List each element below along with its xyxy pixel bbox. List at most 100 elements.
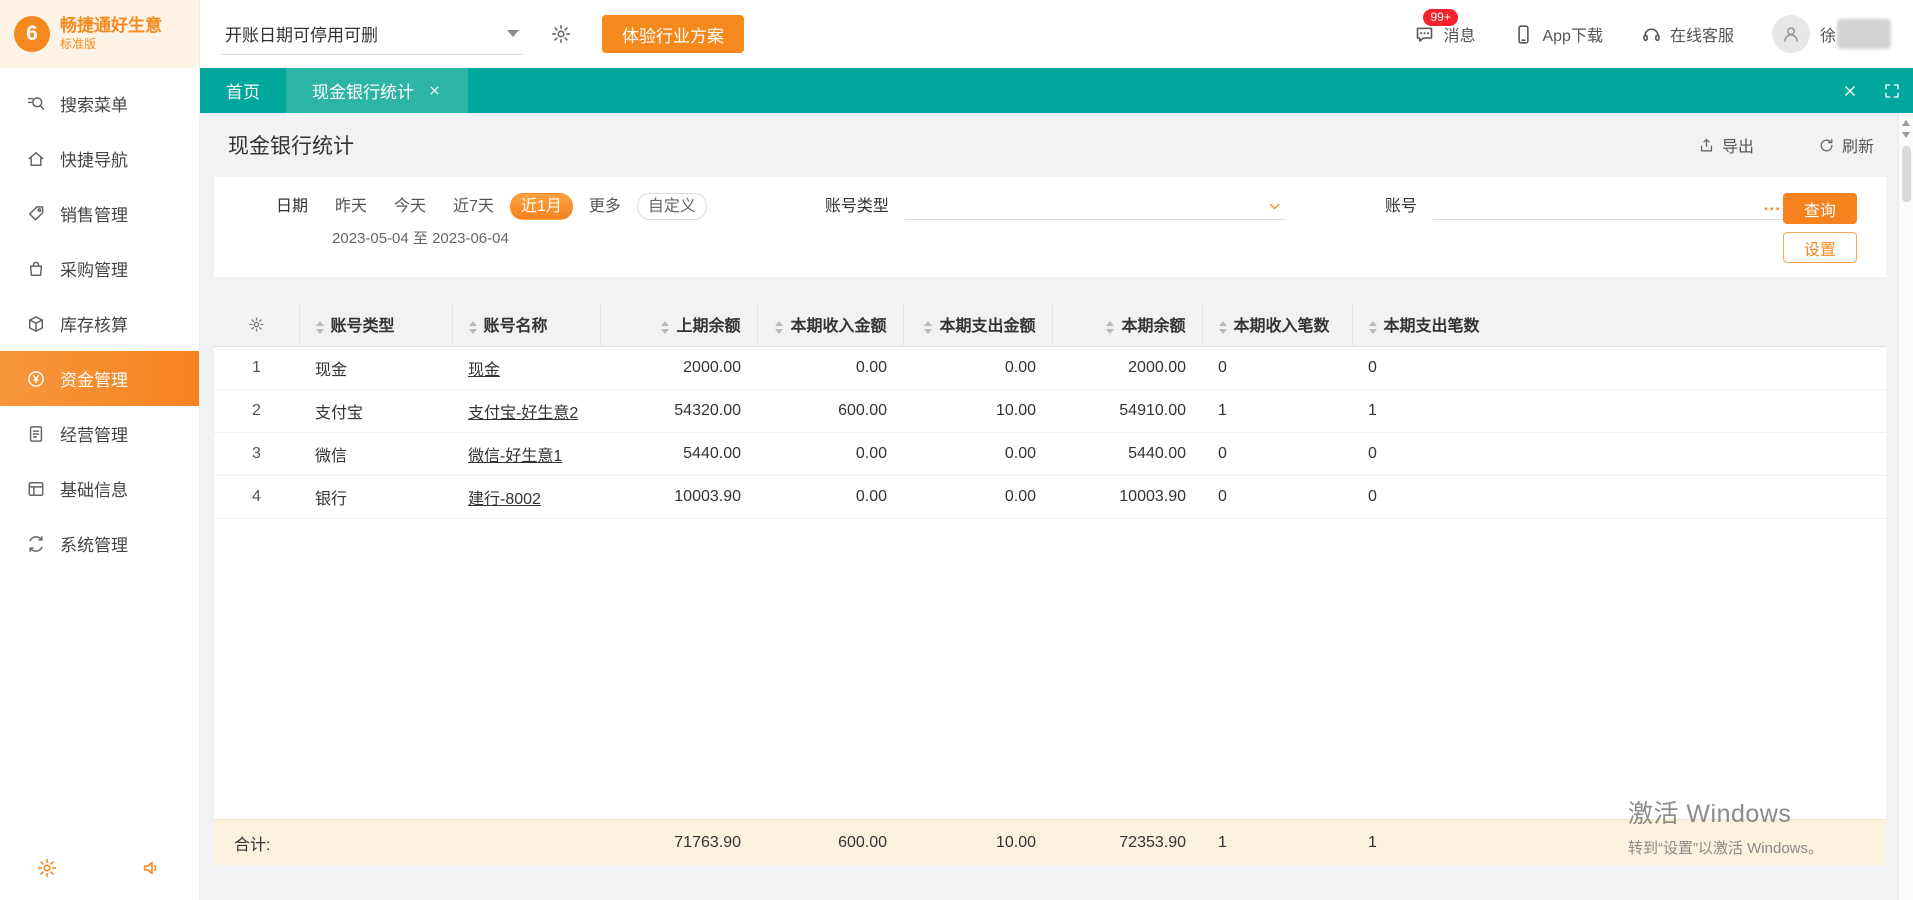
table-row: 2 支付宝 支付宝-好生意2 54320.00 600.00 10.00 549… — [214, 389, 1886, 433]
account-input[interactable]: ... — [1432, 193, 1783, 220]
column-header-expense-amount[interactable]: 本期支出金额 — [903, 303, 1053, 347]
income-amount-cell: 0.00 — [757, 432, 903, 476]
tab-home[interactable]: 首页 — [200, 68, 286, 113]
table-header-row: 账号类型 账号名称 上期余额 本期收入金额 本期支出金额 本期余额 本期收入笔数… — [214, 303, 1886, 347]
account-label: 账号 — [1384, 198, 1417, 215]
date-option-yesterday[interactable]: 昨天 — [324, 193, 378, 220]
refresh-button[interactable]: 刷新 — [1818, 133, 1874, 157]
page-content: 现金银行统计 导出 刷新 日期 昨天 今天 近7天 近1月 更多 自定义 202… — [200, 113, 1913, 900]
sidebar-item-search-menu[interactable]: 搜索菜单 — [0, 76, 199, 131]
sidebar-item-purchase[interactable]: 采购管理 — [0, 241, 199, 296]
brand-logo: 6 畅捷通好生意 标准版 — [0, 0, 199, 68]
app-download-button[interactable]: App下载 — [1513, 22, 1603, 46]
date-option-more[interactable]: 更多 — [578, 193, 632, 220]
account-more-icon[interactable]: ... — [1764, 193, 1781, 217]
topbar: 开账日期可停用可删 体验行业方案 99+ 消息 App下载 在线客服 徐 — [200, 0, 1913, 68]
sort-icon[interactable] — [468, 320, 477, 334]
sidebar-item-label: 基础信息 — [60, 481, 128, 500]
current-balance-cell: 54910.00 — [1052, 389, 1202, 433]
date-option-today[interactable]: 今天 — [383, 193, 437, 220]
row-number: 2 — [214, 389, 299, 433]
sidebar-item-quick-nav[interactable]: 快捷导航 — [0, 131, 199, 186]
column-header-expense-count[interactable]: 本期支出笔数 — [1352, 303, 1886, 347]
totals-prev-balance: 71763.90 — [600, 819, 757, 866]
tab-cash-bank-stats[interactable]: 现金银行统计 — [286, 68, 468, 113]
ledger-select[interactable]: 开账日期可停用可删 — [222, 13, 522, 55]
prev-balance-cell: 2000.00 — [600, 346, 757, 390]
row-number: 4 — [214, 475, 299, 519]
export-button[interactable]: 导出 — [1698, 133, 1754, 157]
refresh-icon — [1818, 137, 1835, 154]
sort-icon[interactable] — [775, 320, 784, 334]
account-type-cell: 现金 — [299, 346, 452, 390]
search-icon — [26, 94, 46, 114]
sidebar-item-sales[interactable]: 销售管理 — [0, 186, 199, 241]
account-name-link[interactable]: 现金 — [468, 362, 500, 379]
announcement-speaker-icon[interactable] — [141, 857, 163, 879]
online-service-button[interactable]: 在线客服 — [1641, 22, 1734, 46]
sort-icon[interactable] — [1218, 320, 1227, 334]
settings-gear-icon[interactable] — [36, 857, 58, 879]
scrollbar-thumb[interactable] — [1901, 146, 1911, 202]
sort-icon[interactable] — [1368, 320, 1377, 334]
account-type-select[interactable] — [904, 193, 1285, 220]
settings-button[interactable]: 设置 — [1782, 232, 1857, 263]
column-settings-gear-icon[interactable] — [248, 316, 265, 333]
sort-icon[interactable] — [315, 320, 324, 334]
sort-icon[interactable] — [661, 320, 670, 334]
column-header-prev-balance[interactable]: 上期余额 — [600, 303, 758, 347]
account-name-link[interactable]: 支付宝-好生意2 — [468, 405, 578, 422]
sidebar-item-funds[interactable]: 资金管理 — [0, 351, 199, 406]
headset-icon — [1641, 24, 1662, 45]
ledger-select-value: 开账日期可停用可删 — [225, 26, 378, 45]
current-balance-cell: 5440.00 — [1052, 432, 1202, 476]
sort-icon[interactable] — [1106, 320, 1115, 334]
online-service-label: 在线客服 — [1669, 28, 1734, 45]
sidebar-item-system[interactable]: 系统管理 — [0, 516, 199, 571]
query-button[interactable]: 查询 — [1782, 193, 1857, 224]
sync-icon — [26, 534, 46, 554]
trial-solution-button[interactable]: 体验行业方案 — [602, 15, 744, 53]
table-row: 4 银行 建行-8002 10003.90 0.00 0.00 10003.90… — [214, 475, 1886, 519]
vertical-scrollbar[interactable] — [1898, 113, 1913, 900]
filter-bar: 日期 昨天 今天 近7天 近1月 更多 自定义 2023-05-04 至 202… — [214, 177, 1886, 277]
tab-close-icon[interactable] — [427, 83, 442, 98]
sidebar-item-inventory[interactable]: 库存核算 — [0, 296, 199, 351]
totals-label: 合计: — [214, 819, 299, 866]
results-table: 账号类型 账号名称 上期余额 本期收入金额 本期支出金额 本期余额 本期收入笔数… — [214, 303, 1886, 519]
account-name-link[interactable]: 微信-好生意1 — [468, 448, 562, 465]
page-title: 现金银行统计 — [228, 135, 354, 158]
column-header-income-count[interactable]: 本期收入笔数 — [1202, 303, 1353, 347]
sidebar-item-label: 采购管理 — [60, 261, 128, 280]
date-filter-label: 日期 — [276, 198, 309, 215]
column-header-account-type[interactable]: 账号类型 — [299, 303, 453, 347]
sidebar-item-label: 资金管理 — [60, 371, 128, 390]
date-range-text: 2023-05-04 至 2023-06-04 — [332, 230, 509, 247]
user-menu[interactable]: 徐 — [1771, 15, 1891, 53]
date-option-last7days[interactable]: 近7天 — [442, 193, 505, 220]
column-settings-header[interactable] — [214, 303, 300, 347]
column-header-current-balance[interactable]: 本期余额 — [1052, 303, 1203, 347]
prev-balance-cell: 10003.90 — [600, 475, 757, 519]
app-window: 6 畅捷通好生意 标准版 搜索菜单 快捷导航 销售管理 采购管理 库存核算 资金… — [0, 0, 1913, 900]
account-name-link[interactable]: 建行-8002 — [468, 491, 541, 508]
refresh-label: 刷新 — [1841, 139, 1874, 156]
sidebar-item-operations[interactable]: 经营管理 — [0, 406, 199, 461]
tabbar-fullscreen-icon[interactable] — [1871, 68, 1913, 113]
scroll-up-icon[interactable] — [1901, 117, 1912, 129]
date-option-custom[interactable]: 自定义 — [636, 193, 707, 220]
sidebar-item-basics[interactable]: 基础信息 — [0, 461, 199, 516]
date-option-last-month[interactable]: 近1月 — [509, 193, 573, 220]
scroll-down-icon[interactable] — [1901, 129, 1912, 141]
topbar-gear-icon[interactable] — [550, 23, 572, 45]
app-download-label: App下载 — [1542, 28, 1603, 45]
tabbar-close-icon[interactable] — [1829, 68, 1871, 113]
sort-icon[interactable] — [924, 320, 933, 334]
sidebar: 6 畅捷通好生意 标准版 搜索菜单 快捷导航 销售管理 采购管理 库存核算 资金… — [0, 0, 200, 900]
chat-bubble-icon — [1414, 24, 1435, 45]
price-tag-icon — [26, 204, 46, 224]
column-header-account-name[interactable]: 账号名称 — [452, 303, 601, 347]
messages-button[interactable]: 99+ 消息 — [1414, 9, 1475, 46]
column-header-income-amount[interactable]: 本期收入金额 — [757, 303, 904, 347]
sidebar-item-label: 库存核算 — [60, 316, 128, 335]
